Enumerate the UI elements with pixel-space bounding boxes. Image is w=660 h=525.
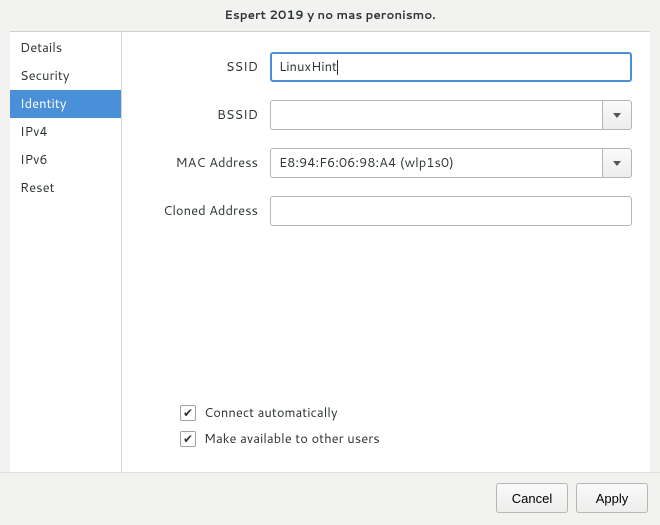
- check-connect-auto[interactable]: ✔ Connect automatically: [180, 404, 632, 422]
- sidebar-item-identity[interactable]: Identity: [10, 90, 121, 118]
- check-group: ✔ Connect automatically ✔ Make available…: [122, 404, 632, 456]
- mac-value: E8:94:F6:06:98:A4 (wlp1s0): [279, 154, 454, 172]
- label-cloned: Cloned Address: [122, 202, 270, 220]
- ssid-value: LinuxHint: [279, 58, 337, 76]
- sidebar-item-label: Reset: [20, 179, 55, 197]
- sidebar-item-security[interactable]: Security: [10, 62, 121, 90]
- cancel-button[interactable]: Cancel: [496, 483, 568, 513]
- check-label: Connect automatically: [204, 404, 338, 422]
- content-area: Details Security Identity IPv4 IPv6 Rese…: [10, 31, 650, 472]
- row-cloned: Cloned Address: [122, 196, 632, 226]
- text-cursor: [337, 60, 338, 75]
- mac-combo[interactable]: E8:94:F6:06:98:A4 (wlp1s0): [270, 148, 632, 178]
- sidebar-item-label: IPv6: [20, 151, 48, 169]
- check-share[interactable]: ✔ Make available to other users: [180, 430, 632, 448]
- row-ssid: SSID LinuxHint: [122, 52, 632, 82]
- chevron-down-icon: [613, 113, 621, 118]
- sidebar-item-ipv6[interactable]: IPv6: [10, 146, 121, 174]
- main-panel: SSID LinuxHint BSSID MAC Address: [122, 32, 650, 472]
- apply-button[interactable]: Apply: [576, 483, 648, 513]
- ssid-input[interactable]: LinuxHint: [270, 52, 632, 82]
- window-title: Espert 2019 y no mas peronismo.: [0, 0, 660, 31]
- checkbox-connect-auto[interactable]: ✔: [180, 405, 196, 421]
- checkbox-share[interactable]: ✔: [180, 431, 196, 447]
- row-mac: MAC Address E8:94:F6:06:98:A4 (wlp1s0): [122, 148, 632, 178]
- sidebar-item-label: Details: [20, 39, 62, 57]
- spacer: [122, 244, 632, 404]
- bssid-combo[interactable]: [270, 100, 632, 130]
- sidebar: Details Security Identity IPv4 IPv6 Rese…: [10, 32, 122, 472]
- mac-dropdown-button[interactable]: [602, 148, 632, 178]
- sidebar-item-label: Identity: [20, 95, 67, 113]
- label-ssid: SSID: [122, 58, 270, 76]
- checkmark-icon: ✔: [183, 407, 193, 419]
- checkmark-icon: ✔: [183, 433, 193, 445]
- bssid-dropdown-button[interactable]: [602, 100, 632, 130]
- label-bssid: BSSID: [122, 106, 270, 124]
- sidebar-item-reset[interactable]: Reset: [10, 174, 121, 202]
- settings-window: Espert 2019 y no mas peronismo. Details …: [0, 0, 660, 525]
- sidebar-item-label: IPv4: [20, 123, 48, 141]
- sidebar-item-ipv4[interactable]: IPv4: [10, 118, 121, 146]
- chevron-down-icon: [613, 161, 621, 166]
- row-bssid: BSSID: [122, 100, 632, 130]
- bssid-entry[interactable]: [270, 100, 602, 130]
- sidebar-item-details[interactable]: Details: [10, 34, 121, 62]
- sidebar-item-label: Security: [20, 67, 70, 85]
- label-mac: MAC Address: [122, 154, 270, 172]
- mac-entry[interactable]: E8:94:F6:06:98:A4 (wlp1s0): [270, 148, 602, 178]
- check-label: Make available to other users: [204, 430, 380, 448]
- cloned-input[interactable]: [270, 196, 632, 226]
- footer: Cancel Apply: [0, 472, 660, 525]
